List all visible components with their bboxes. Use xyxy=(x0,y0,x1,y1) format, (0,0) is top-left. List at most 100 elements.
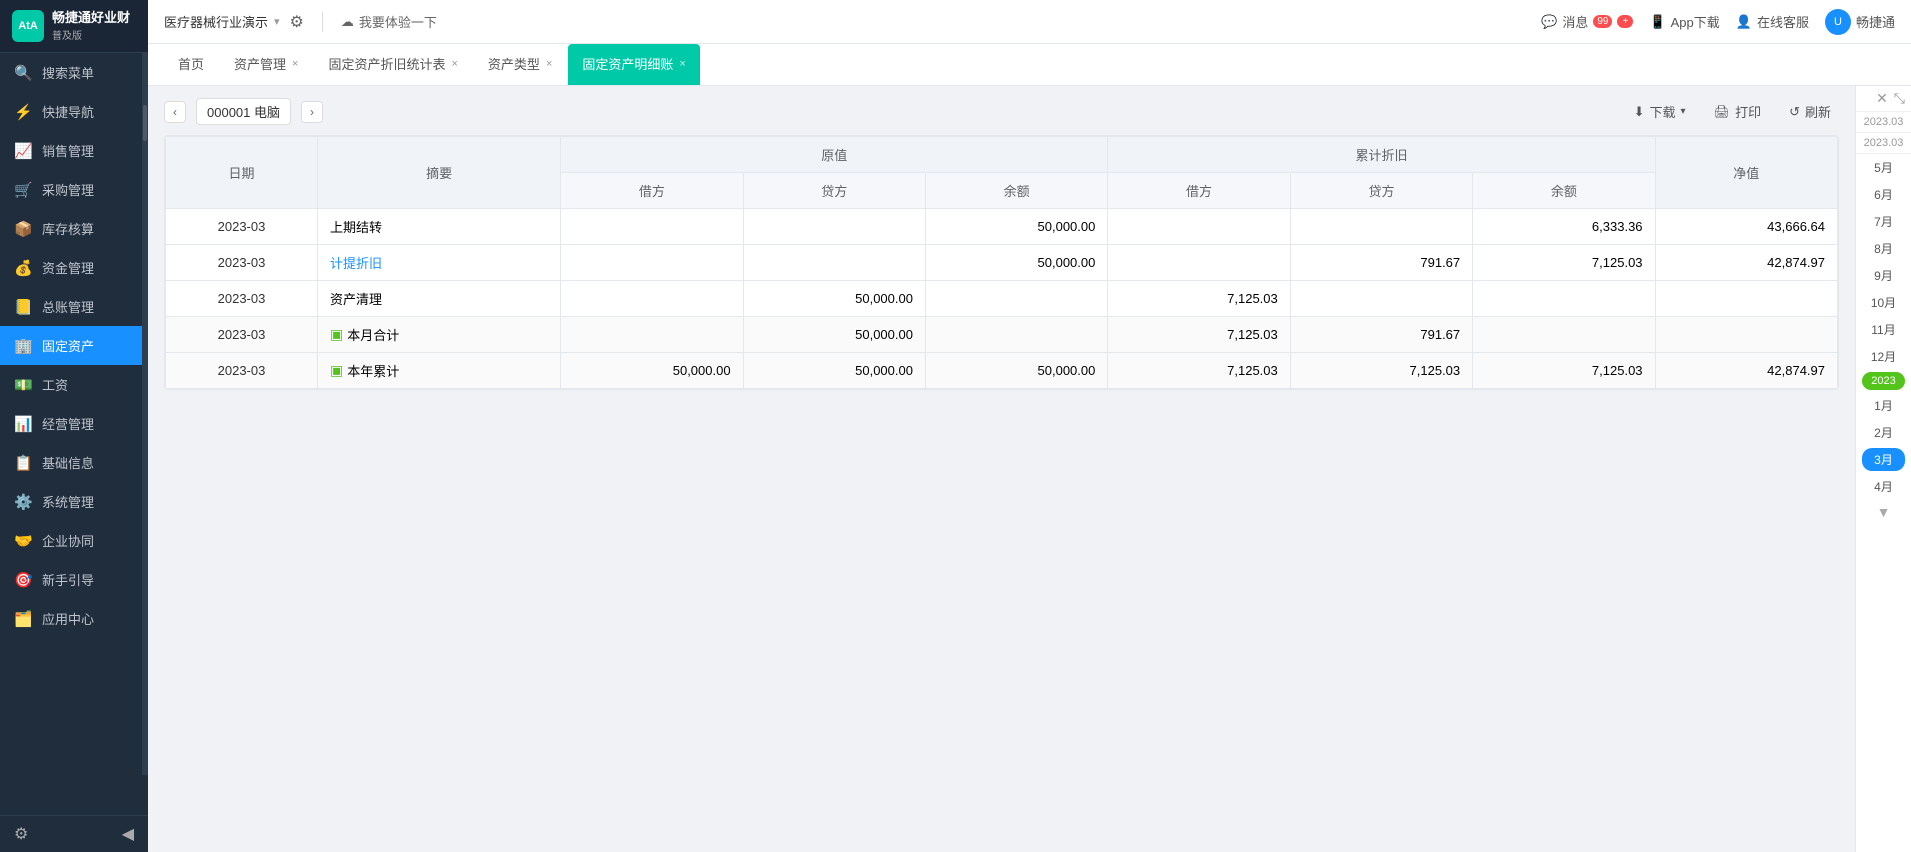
sidebar-item-label: 企业协同 xyxy=(42,531,94,550)
sidebar-item-label: 库存核算 xyxy=(42,219,94,238)
app-logo: AtA 畅捷通好业财 普及版 xyxy=(0,0,148,53)
sidebar-scrollbar[interactable] xyxy=(142,53,148,775)
user-profile[interactable]: U 畅捷通 xyxy=(1825,9,1895,35)
sidebar-item-base-info[interactable]: 📋 基础信息 xyxy=(0,443,148,482)
sidebar-item-salary[interactable]: 💵 工资 xyxy=(0,365,148,404)
month-11[interactable]: 11月 xyxy=(1856,316,1911,343)
tab-depreciation-stats[interactable]: 固定资产折旧统计表 × xyxy=(314,44,471,85)
tab-asset-type-close[interactable]: × xyxy=(546,58,552,70)
month-9[interactable]: 9月 xyxy=(1856,262,1911,289)
sidebar-item-guide[interactable]: 🎯 新手引导 xyxy=(0,560,148,599)
month-10[interactable]: 10月 xyxy=(1856,289,1911,316)
tab-asset-type[interactable]: 资产类型 × xyxy=(474,44,566,85)
sidebar-item-app-center[interactable]: 🗂️ 应用中心 xyxy=(0,599,148,638)
month-8[interactable]: 8月 xyxy=(1856,235,1911,262)
tab-home-label: 首页 xyxy=(178,54,204,73)
table-row-date: 2023-03 xyxy=(166,209,318,245)
table-row-accum-credit xyxy=(1290,281,1472,317)
table-row-orig-debit: 50,000.00 xyxy=(561,353,743,389)
table-row-date: 2023-03 xyxy=(166,281,318,317)
settings-btn-icon[interactable]: ⚙ xyxy=(290,12,304,32)
sidebar-item-label: 新手引导 xyxy=(42,570,94,589)
table-row-accum-balance: 7,125.03 xyxy=(1473,353,1655,389)
month-12[interactable]: 12月 xyxy=(1856,343,1911,370)
experience-label: 我要体验一下 xyxy=(359,12,437,31)
print-btn[interactable]: 🖨 打印 xyxy=(1706,98,1770,125)
next-asset-btn[interactable]: › xyxy=(301,101,323,123)
sidebar-item-inventory[interactable]: 📦 库存核算 xyxy=(0,209,148,248)
sidebar-item-fixed-assets[interactable]: 🏢 固定资产 xyxy=(0,326,148,365)
month-4[interactable]: 4月 xyxy=(1856,473,1911,500)
sidebar-item-cooperation[interactable]: 🤝 企业协同 xyxy=(0,521,148,560)
sidebar-scroll: 🔍 搜索菜单 ⚡ 快捷导航 📈 销售管理 🛒 采购管理 📦 库存核算 💰 xyxy=(0,53,148,815)
month-5[interactable]: 5月 xyxy=(1856,154,1911,181)
company-selector[interactable]: 医疗器械行业演示 ▾ xyxy=(164,12,280,31)
table-row-accum-balance xyxy=(1473,281,1655,317)
panel-down-arrow[interactable]: ▼ xyxy=(1856,500,1911,524)
search-icon: 🔍 xyxy=(14,64,32,82)
content-main: ‹ 000001 电脑 › ⬇ 下载 ▾ 🖨 打印 xyxy=(148,86,1855,852)
message-btn[interactable]: 💬 消息 99+ xyxy=(1541,12,1633,31)
settings-icon[interactable]: ⚙ xyxy=(14,824,28,844)
salary-icon: 💵 xyxy=(14,376,32,394)
table-row-accum-balance: 6,333.36 xyxy=(1473,209,1655,245)
tab-depreciation-stats-close[interactable]: × xyxy=(451,58,457,70)
sidebar-item-label: 快捷导航 xyxy=(42,102,94,121)
sidebar-item-sales[interactable]: 📈 销售管理 xyxy=(0,131,148,170)
table-row-orig-balance xyxy=(925,317,1107,353)
prev-asset-btn[interactable]: ‹ xyxy=(164,101,186,123)
sidebar-item-finance[interactable]: 💰 资金管理 xyxy=(0,248,148,287)
left-arrow-icon: ‹ xyxy=(173,105,177,119)
table-row-accum-debit: 7,125.03 xyxy=(1108,281,1290,317)
collapse-icon[interactable]: ◀ xyxy=(122,824,134,844)
download-btn[interactable]: ⬇ 下载 ▾ xyxy=(1626,98,1694,125)
message-label: 消息 xyxy=(1562,12,1588,31)
tab-asset-detail[interactable]: 固定资产明细账 × xyxy=(568,44,699,85)
table-row-orig-balance: 50,000.00 xyxy=(925,245,1107,281)
divider xyxy=(322,12,323,32)
panel-header: ✕ ⤡ xyxy=(1856,86,1911,112)
month-7[interactable]: 7月 xyxy=(1856,208,1911,235)
app-download-label: App下载 xyxy=(1671,12,1720,31)
right-panel: ✕ ⤡ 2023.03 2023.03 5月 6月 7月 8月 9月 10月 1… xyxy=(1855,86,1911,852)
nav-toolbar: ⬇ 下载 ▾ 🖨 打印 ↺ 刷新 xyxy=(1626,98,1839,125)
table-row-orig-balance xyxy=(925,281,1107,317)
month-1[interactable]: 1月 xyxy=(1856,392,1911,419)
asset-detail-table: 日期 摘要 原值 累计折旧 净值 借方 贷方 余额 借方 贷方 余额 xyxy=(165,136,1838,389)
month-6[interactable]: 6月 xyxy=(1856,181,1911,208)
lightning-icon: ⚡ xyxy=(14,103,32,121)
app-download-btn[interactable]: 📱 App下载 xyxy=(1649,12,1719,31)
table-row-orig-debit xyxy=(561,245,743,281)
expand-panel-icon[interactable]: ⤡ xyxy=(1894,90,1905,107)
tab-asset-mgmt-close[interactable]: × xyxy=(292,58,298,70)
sidebar-item-ledger[interactable]: 📒 总账管理 xyxy=(0,287,148,326)
sidebar-item-purchase[interactable]: 🛒 采购管理 xyxy=(0,170,148,209)
sidebar-item-system[interactable]: ⚙️ 系统管理 xyxy=(0,482,148,521)
close-panel-icon[interactable]: ✕ xyxy=(1876,90,1888,107)
table-row-orig-credit xyxy=(743,245,925,281)
sidebar-item-search[interactable]: 🔍 搜索菜单 xyxy=(0,53,148,92)
refresh-btn[interactable]: ↺ 刷新 xyxy=(1781,98,1839,125)
sidebar-item-label: 工资 xyxy=(42,375,68,394)
sidebar-item-label: 销售管理 xyxy=(42,141,94,160)
tab-asset-detail-close[interactable]: × xyxy=(679,58,685,70)
download-chevron-icon: ▾ xyxy=(1681,106,1686,117)
right-arrow-icon: › xyxy=(310,105,314,119)
top-header: 医疗器械行业演示 ▾ ⚙ ☁ 我要体验一下 💬 消息 99+ 📱 App下载 👤 xyxy=(148,0,1911,44)
sidebar-item-quick-nav[interactable]: ⚡ 快捷导航 xyxy=(0,92,148,131)
tab-home[interactable]: 首页 xyxy=(164,44,218,85)
experience-button[interactable]: ☁ 我要体验一下 xyxy=(341,12,437,31)
month-3[interactable]: 3月 xyxy=(1862,448,1905,471)
tab-asset-mgmt[interactable]: 资产管理 × xyxy=(220,44,312,85)
table-row-accum-credit: 791.67 xyxy=(1290,317,1472,353)
sidebar-item-label: 系统管理 xyxy=(42,492,94,511)
month-2[interactable]: 2月 xyxy=(1856,419,1911,446)
col-orig-debit: 借方 xyxy=(561,173,743,209)
badge-plus: + xyxy=(1617,15,1633,28)
sidebar-item-operations[interactable]: 📊 经营管理 xyxy=(0,404,148,443)
table-row-summary[interactable]: 计提折旧 xyxy=(318,245,561,281)
table-row-summary: 资产清理 xyxy=(318,281,561,317)
username: 畅捷通 xyxy=(1856,12,1895,31)
customer-service-btn[interactable]: 👤 在线客服 xyxy=(1736,12,1809,31)
sidebar-item-label: 资金管理 xyxy=(42,258,94,277)
